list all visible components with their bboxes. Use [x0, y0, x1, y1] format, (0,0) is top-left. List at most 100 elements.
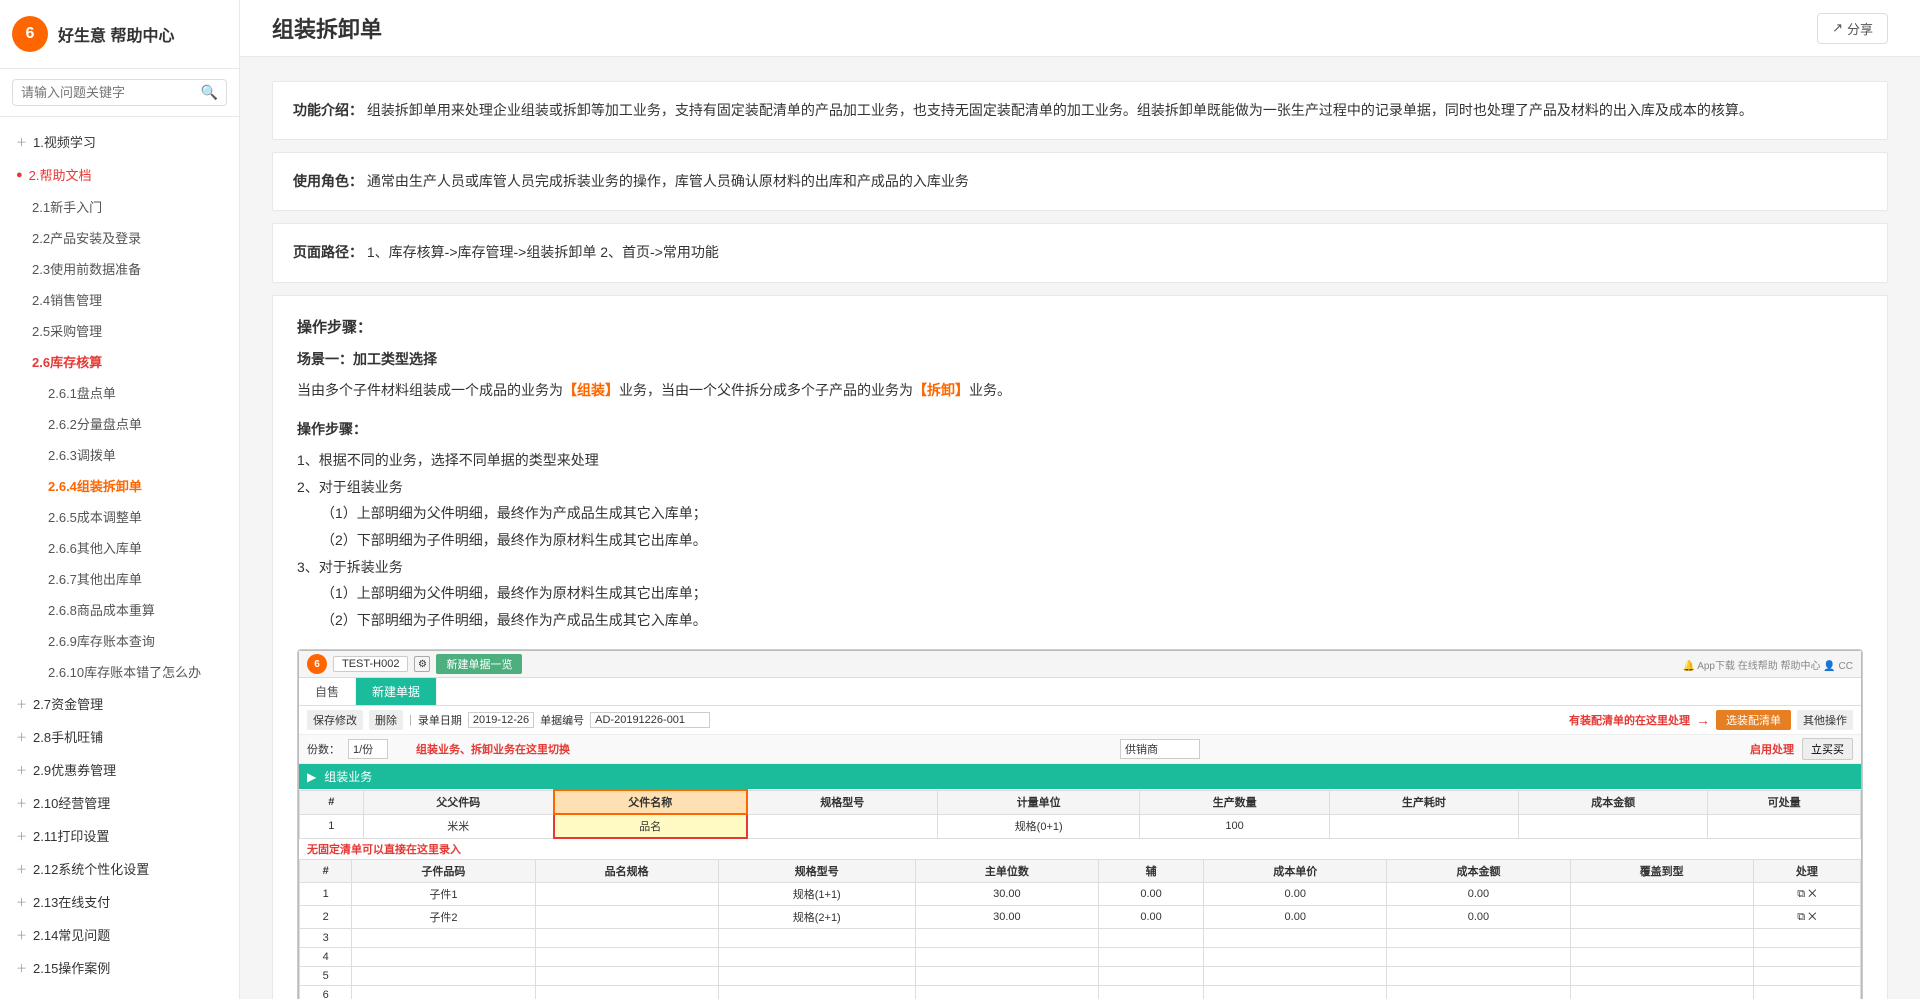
step2-sub1: （1）上部明细为父件明细，最终作为产成品生成其它入库单；	[297, 500, 1863, 527]
col-parent-code: 父父件码	[363, 790, 554, 814]
sub-cell-num1: 1	[300, 883, 352, 906]
col-spec: 规格型号	[747, 790, 938, 814]
sidebar-item-2-13[interactable]: ＋ 2.13在线支付	[0, 885, 239, 918]
cell-spec	[747, 814, 938, 838]
process-type-label: 组装业务	[324, 768, 372, 785]
logo-area: 6 好生意 帮助中心	[0, 0, 239, 69]
sub-col-code: 子件品码	[352, 860, 535, 883]
sidebar-item-2-7[interactable]: ＋ 2.7资金管理	[0, 687, 239, 720]
sidebar-item-2-15[interactable]: ＋ 2.15操作案例	[0, 951, 239, 984]
intro-label: 功能介绍：	[293, 102, 363, 118]
sidebar-item-2-5[interactable]: 2.5采购管理	[0, 315, 239, 346]
inner-icons-area: 🔔 App下载 在线帮助 帮助中心 👤 CC	[1683, 657, 1853, 672]
sidebar-item-2-10[interactable]: ＋ 2.10经营管理	[0, 786, 239, 819]
inner-enable-btn[interactable]: 立买买	[1802, 738, 1853, 760]
inner-toolbar: 保存修改 删除 | 录单日期 2019-12-26 单据编号 AD-201912…	[299, 706, 1861, 735]
path-section: 页面路径： 1、库存核算->库存管理->组装拆卸单 2、首页->常用功能	[272, 223, 1888, 282]
sidebar-item-label: 2.帮助文档	[29, 165, 92, 184]
step3-sub1: （1）上部明细为父件明细，最终作为原材料生成其它出库单；	[297, 580, 1863, 607]
inner-upper-table: # 父父件码 父件名称 规格型号 计量单位 生产数量 生产耗时 成本金额 可处量	[299, 789, 1861, 839]
table-row: 1 米米 品名 规格(0+1) 100	[300, 814, 1861, 838]
col-time: 生产耗时	[1329, 790, 1518, 814]
col-num: #	[300, 790, 364, 814]
chaixie-text: 【拆卸】	[913, 382, 969, 398]
step1: 1、根据不同的业务，选择不同单据的类型来处理	[297, 447, 1863, 474]
sidebar-item-2-9[interactable]: ＋ 2.9优惠券管理	[0, 753, 239, 786]
sidebar: 6 好生意 帮助中心 🔍 ＋ 1.视频学习 ● 2.帮助文档 2.1新手入门 2…	[0, 0, 240, 999]
inner-tool-delete[interactable]: 删除	[369, 710, 403, 730]
inner-new-btn[interactable]: 新建单据一览	[436, 654, 522, 674]
inner-annotation3: 启用处理	[1750, 741, 1794, 757]
cell-time-val	[1329, 814, 1518, 838]
action-copy2[interactable]: ⧉	[1797, 911, 1805, 923]
search-wrap[interactable]: 🔍	[12, 79, 227, 106]
inner-select-btn[interactable]: 选装配清单	[1716, 710, 1791, 730]
scene1-desc: 当由多个子件材料组装成一个成品的业务为【组装】业务，当由一个父件拆分成多个子产品…	[297, 377, 1863, 404]
search-icon[interactable]: 🔍	[201, 84, 218, 101]
sidebar-item-2-6-6[interactable]: 2.6.6其他入库单	[0, 532, 239, 563]
col-qty-prod: 生产数量	[1140, 790, 1329, 814]
role-text: 使用角色： 通常由生产人员或库管人员完成拆装业务的操作，库管人员确认原材料的出库…	[293, 169, 1867, 194]
sidebar-item-2-2[interactable]: 2.2产品安装及登录	[0, 222, 239, 253]
action-delete[interactable]: ✕	[1808, 888, 1816, 900]
sidebar-item-label: 2.11打印设置	[33, 826, 109, 845]
inner-date-value: 2019-12-26	[468, 712, 534, 728]
search-input[interactable]	[21, 85, 201, 100]
sidebar-item-label: 2.8手机旺铺	[33, 727, 103, 746]
expand-icon: ＋	[16, 762, 27, 778]
sidebar-item-2-6-2[interactable]: 2.6.2分量盘点单	[0, 408, 239, 439]
col-available: 可处量	[1708, 790, 1861, 814]
sidebar-item-label: 2.10经营管理	[33, 793, 110, 812]
inner-annotation1: 有装配清单的在这里处理	[1569, 712, 1690, 728]
intro-text: 功能介绍： 组装拆卸单用来处理企业组装或拆卸等加工业务，支持有固定装配清单的产品…	[293, 98, 1867, 123]
sidebar-item-2-6-8[interactable]: 2.6.8商品成本重算	[0, 594, 239, 625]
process-type-icon: ▶	[307, 770, 316, 784]
sidebar-item-2-6-7[interactable]: 2.6.7其他出库单	[0, 563, 239, 594]
sidebar-item-docs[interactable]: ● 2.帮助文档	[0, 158, 239, 191]
expand-icon: ＋	[16, 894, 27, 910]
sidebar-item-2-6-3[interactable]: 2.6.3调拨单	[0, 439, 239, 470]
sidebar-item-2-6-9[interactable]: 2.6.9库存账本查询	[0, 625, 239, 656]
sidebar-item-2-1[interactable]: 2.1新手入门	[0, 191, 239, 222]
inner-topbar: 6 TEST-H002 ⚙ 新建单据一览 🔔 App下载 在线帮助 帮助中心 👤…	[299, 651, 1861, 678]
role-label: 使用角色：	[293, 173, 363, 189]
inner-tool-save[interactable]: 保存修改	[307, 710, 363, 730]
sidebar-item-2-4[interactable]: 2.4销售管理	[0, 284, 239, 315]
sidebar-item-2-6[interactable]: 2.6库存核算	[0, 346, 239, 377]
inner-nav-new[interactable]: 新建单据	[356, 678, 437, 705]
inner-order-value: AD-20191226-001	[590, 712, 710, 728]
inner-logo: 6	[307, 654, 327, 674]
sidebar-item-2-12[interactable]: ＋ 2.12系统个性化设置	[0, 852, 239, 885]
sub-col-unit-price: 成本单价	[1204, 860, 1387, 883]
ops-steps-block: 操作步骤： 1、根据不同的业务，选择不同单据的类型来处理 2、对于组装业务 （1…	[297, 419, 1863, 633]
sidebar-item-2-6-1[interactable]: 2.6.1盘点单	[0, 377, 239, 408]
inner-nav-zishou[interactable]: 自售	[299, 678, 356, 705]
page-title: 组装拆卸单	[272, 12, 382, 44]
inner-other-ops[interactable]: 其他操作	[1797, 710, 1853, 730]
sidebar-item-2-8[interactable]: ＋ 2.8手机旺铺	[0, 720, 239, 753]
share-button[interactable]: ↗ 分享	[1817, 13, 1888, 44]
cell-qty-val: 100	[1140, 814, 1329, 838]
role-body: 通常由生产人员或库管人员完成拆装业务的操作，库管人员确认原材料的出库和产成品的入…	[367, 173, 969, 189]
action-copy[interactable]: ⧉	[1797, 888, 1805, 900]
expand-icon: ＋	[16, 927, 27, 943]
sidebar-item-video[interactable]: ＋ 1.视频学习	[0, 125, 239, 158]
action-delete2[interactable]: ✕	[1808, 911, 1816, 923]
sidebar-item-2-6-5[interactable]: 2.6.5成本调整单	[0, 501, 239, 532]
inner-process-type-banner: ▶ 组装业务	[299, 764, 1861, 789]
sidebar-item-2-11[interactable]: ＋ 2.11打印设置	[0, 819, 239, 852]
sidebar-item-2-14[interactable]: ＋ 2.14常见问题	[0, 918, 239, 951]
path-text: 页面路径： 1、库存核算->库存管理->组装拆卸单 2、首页->常用功能	[293, 240, 1867, 265]
cell-cost-val	[1518, 814, 1707, 838]
inner-lower-table-wrap: # 子件品码 品名规格 规格型号 主单位数 辅 成本单价 成本金额 覆盖到型	[299, 859, 1861, 999]
col-parent-name: 父件名称	[554, 790, 747, 814]
sidebar-item-2-6-10[interactable]: 2.6.10库存账本错了怎么办	[0, 656, 239, 687]
inner-partner: 供销商	[1120, 739, 1200, 759]
inner-nav-tabs: 自售 新建单据	[299, 678, 1861, 706]
sidebar-item-2-3[interactable]: 2.3使用前数据准备	[0, 253, 239, 284]
logo-icon: 6	[12, 16, 48, 52]
expand-icon: ＋	[16, 861, 27, 877]
expand-icon: ＋	[16, 729, 27, 745]
sidebar-item-2-6-4[interactable]: 2.6.4组装拆卸单	[0, 470, 239, 501]
table-row: 4	[300, 948, 1861, 967]
